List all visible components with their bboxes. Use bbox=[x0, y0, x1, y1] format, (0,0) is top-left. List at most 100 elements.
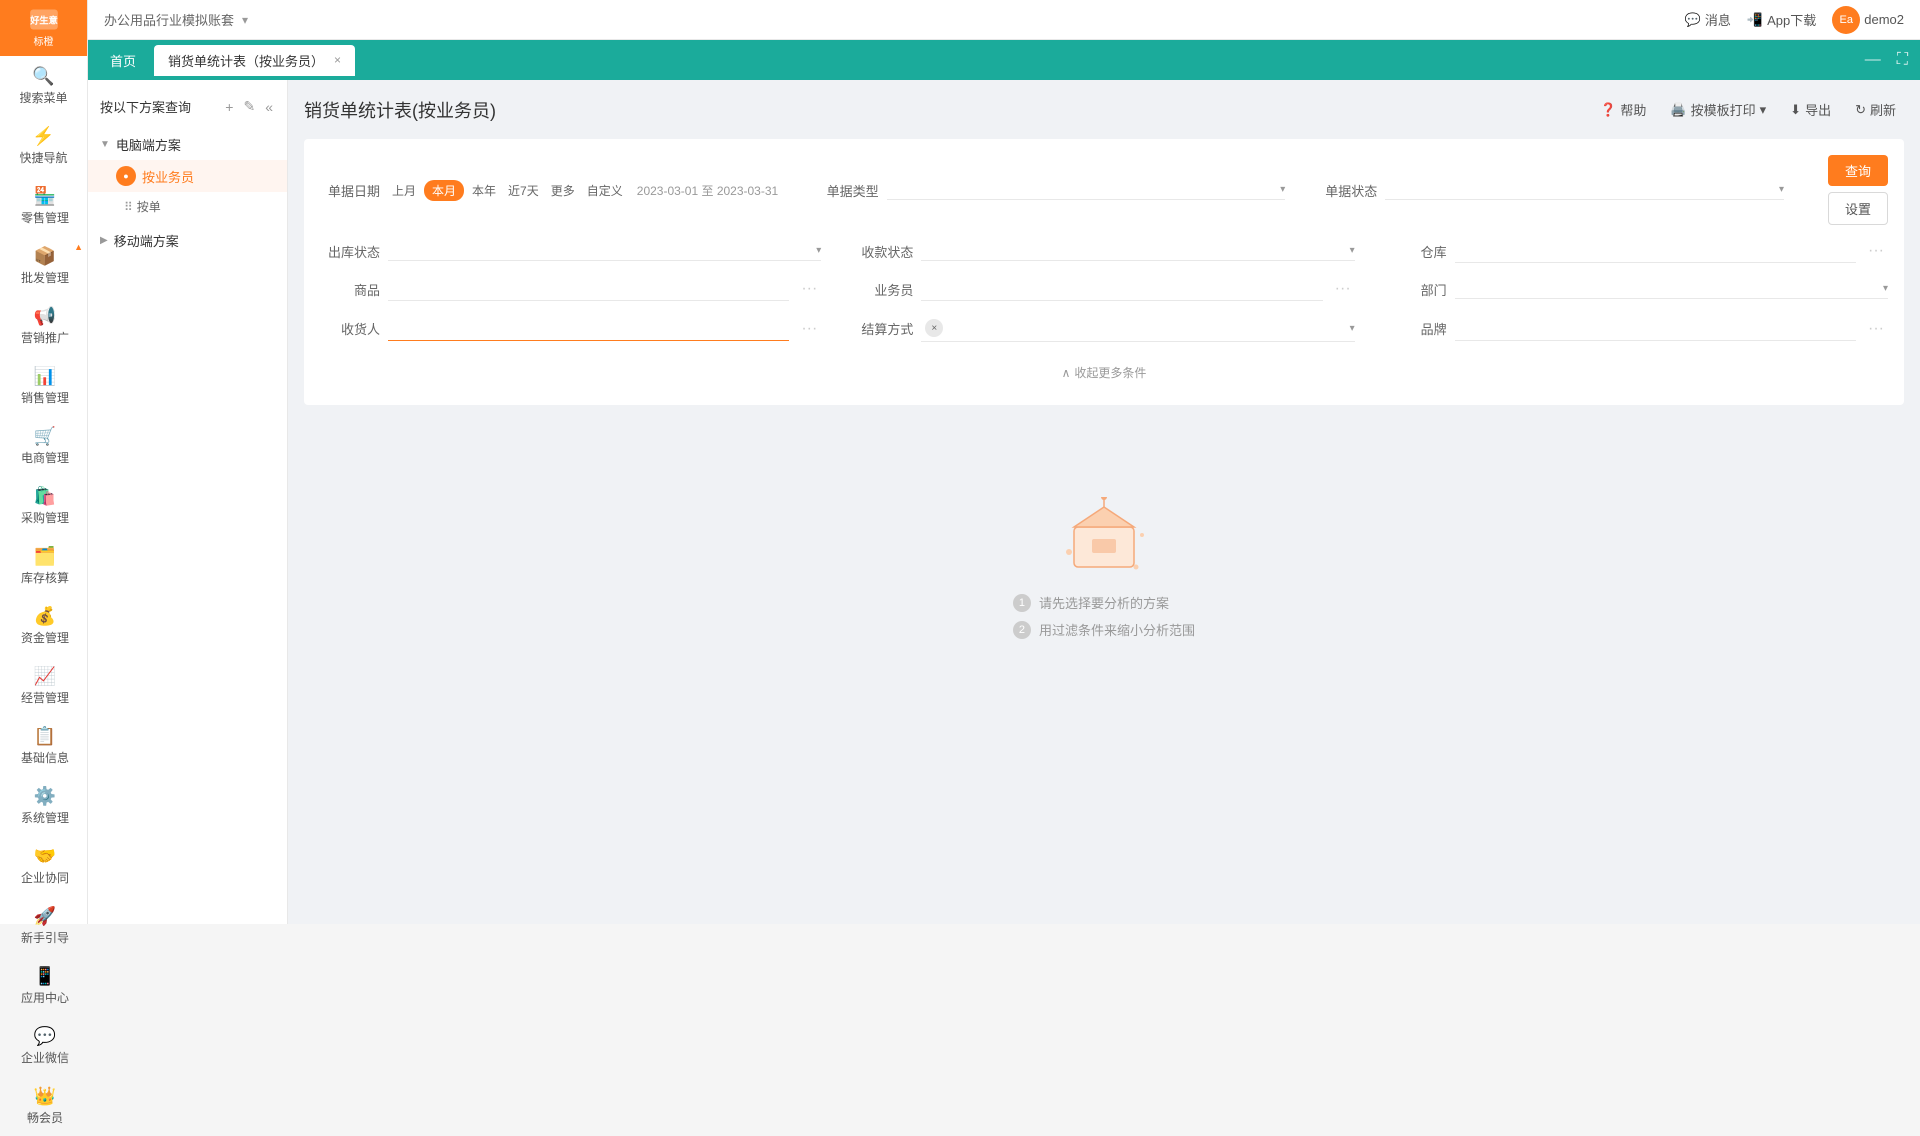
scheme-group-mobile-header[interactable]: ▶ 移动端方案 bbox=[88, 225, 287, 256]
sidebar-item-enterprise[interactable]: 🤝 企业协同 bbox=[0, 836, 87, 896]
page-toolbar: ❓ 帮助 🖨️ 按模板打印 ▾ ⬇ 导出 ↻ 刷新 bbox=[1592, 96, 1904, 123]
help-btn[interactable]: ❓ 帮助 bbox=[1592, 96, 1654, 123]
filter-row-2: 出库状态 ▾ 收款状态 ▾ bbox=[320, 239, 1888, 263]
collapse-btn[interactable]: ∧ 收起更多条件 bbox=[1062, 364, 1147, 381]
sidebar-item-retail[interactable]: 🏪 零售管理 bbox=[0, 176, 87, 236]
sidebar: 好生意 标橙 🔍 搜索菜单 ⚡ 快捷导航 🏪 零售管理 📦 批发管理 ▲ 📢 营… bbox=[0, 0, 88, 924]
sidebar-item-label: 营销推广 bbox=[21, 329, 69, 346]
chevron-down-icon: ▾ bbox=[1779, 184, 1784, 195]
template-print-btn[interactable]: 🖨️ 按模板打印 ▾ bbox=[1662, 96, 1774, 123]
sidebar-item-wholesale[interactable]: 📦 批发管理 ▲ bbox=[0, 236, 87, 296]
sidebar-item-basic-info[interactable]: 📋 基础信息 bbox=[0, 716, 87, 776]
chevron-down-icon: ▾ bbox=[1350, 323, 1355, 334]
sidebar-item-label: 零售管理 bbox=[21, 209, 69, 226]
scheme-group-desktop: ▼ 电脑端方案 ● 按业务员 ⠿ 按单 bbox=[88, 129, 287, 221]
tab-minimize-btn[interactable]: — bbox=[1861, 47, 1885, 73]
scheme-group-desktop-header[interactable]: ▼ 电脑端方案 bbox=[88, 129, 287, 160]
filter-row-1: 单据日期 上月 本月 本年 近7天 更多 自定义 2023-03-01 至 20… bbox=[320, 155, 1888, 225]
sidebar-item-inventory[interactable]: 🗂️ 库存核算 bbox=[0, 536, 87, 596]
sidebar-item-label: 采购管理 bbox=[21, 509, 69, 526]
doc-status-label: 单据状态 bbox=[1317, 181, 1377, 200]
sidebar-item-ecommerce[interactable]: 🛒 电商管理 bbox=[0, 416, 87, 476]
message-btn[interactable]: 💬 消息 bbox=[1685, 10, 1731, 29]
goods-dots-btn[interactable]: ··· bbox=[797, 280, 821, 298]
date-tab-this-month[interactable]: 本月 bbox=[424, 180, 464, 201]
sidebar-item-operations[interactable]: 📈 经营管理 bbox=[0, 656, 87, 716]
sidebar-item-member[interactable]: 👑 畅会员 bbox=[0, 1076, 87, 1136]
dept-select[interactable]: ▾ bbox=[1455, 279, 1888, 299]
sidebar-item-label: 畅会员 bbox=[27, 1109, 63, 1126]
date-tab-last-month[interactable]: 上月 bbox=[388, 180, 420, 201]
salesperson-input[interactable] bbox=[921, 277, 1322, 301]
edit-scheme-btn[interactable]: ✎ bbox=[241, 96, 257, 117]
filter-date-item: 单据日期 上月 本月 本年 近7天 更多 自定义 2023-03-01 至 20… bbox=[320, 180, 787, 201]
receiver-dots-btn[interactable]: ··· bbox=[797, 320, 821, 338]
scheme-item-by-salesperson[interactable]: ● 按业务员 bbox=[88, 160, 287, 192]
tab-maximize-btn[interactable]: ⛶ bbox=[1893, 47, 1912, 73]
svg-text:好生意: 好生意 bbox=[29, 14, 58, 25]
inventory-icon: 🗂️ bbox=[34, 546, 56, 567]
scheme-group-mobile-label: 移动端方案 bbox=[114, 231, 179, 250]
scheme-item-label: 按业务员 bbox=[142, 167, 194, 186]
sidebar-item-purchase[interactable]: 🛍️ 采购管理 bbox=[0, 476, 87, 536]
template-print-label: 按模板打印 bbox=[1691, 100, 1756, 119]
sidebar-item-newbie[interactable]: 🚀 新手引导 bbox=[0, 896, 87, 956]
topbar-dropdown-icon[interactable]: ▾ bbox=[242, 13, 248, 27]
date-tab-custom[interactable]: 自定义 bbox=[583, 180, 627, 201]
goods-label: 商品 bbox=[320, 280, 380, 299]
salesperson-dots-btn[interactable]: ··· bbox=[1331, 280, 1355, 298]
collapse-panel-btn[interactable]: « bbox=[263, 96, 275, 117]
settings-btn[interactable]: 设置 bbox=[1828, 192, 1888, 225]
sidebar-item-sales[interactable]: 📊 销售管理 bbox=[0, 356, 87, 416]
wholesale-icon: 📦 bbox=[34, 246, 56, 267]
brand-input[interactable] bbox=[1455, 317, 1856, 341]
sidebar-item-enterprise-wechat[interactable]: 💬 企业微信 bbox=[0, 1016, 87, 1076]
goods-input[interactable] bbox=[388, 277, 789, 301]
user-menu[interactable]: Ea demo2 bbox=[1832, 6, 1904, 34]
warehouse-input[interactable] bbox=[1455, 239, 1856, 263]
sidebar-item-marketing[interactable]: 📢 营销推广 bbox=[0, 296, 87, 356]
scheme-group-mobile: ▶ 移动端方案 bbox=[88, 225, 287, 256]
sidebar-item-label: 搜索菜单 bbox=[19, 89, 67, 106]
enterprise-icon: 🤝 bbox=[34, 846, 56, 867]
sidebar-item-quick-nav[interactable]: ⚡ 快捷导航 bbox=[0, 116, 87, 176]
empty-step-2: 2 用过滤条件来缩小分析范围 bbox=[1013, 620, 1195, 639]
date-tab-more[interactable]: 更多 bbox=[547, 180, 579, 201]
filter-doc-status-item: 单据状态 ▾ bbox=[1317, 180, 1784, 200]
action-btns: 查询 设置 bbox=[1828, 155, 1888, 225]
doc-type-select[interactable]: ▾ bbox=[887, 180, 1286, 200]
receiver-input[interactable] bbox=[388, 317, 789, 341]
tabbar: 首页 销货单统计表（按业务员） × — ⛶ bbox=[88, 40, 1920, 80]
sidebar-item-system[interactable]: ⚙️ 系统管理 bbox=[0, 776, 87, 836]
app-download-label: App下载 bbox=[1767, 10, 1816, 29]
help-label: 帮助 bbox=[1620, 100, 1646, 119]
scheme-sub-item-by-order[interactable]: ⠿ 按单 bbox=[88, 192, 287, 221]
content-area: 按以下方案查询 + ✎ « ▼ 电脑端方案 ● 按业务员 ⠿ 按 bbox=[88, 80, 1920, 924]
tab-sales-stats[interactable]: 销货单统计表（按业务员） × bbox=[154, 45, 355, 76]
logo-text: 标橙 bbox=[34, 33, 54, 48]
tab-close-btn[interactable]: × bbox=[334, 53, 341, 67]
date-tab-this-year[interactable]: 本年 bbox=[468, 180, 500, 201]
filter-collect-status-item: 收款状态 ▾ bbox=[853, 241, 1354, 261]
doc-status-select[interactable]: ▾ bbox=[1385, 180, 1784, 200]
tab-home[interactable]: 首页 bbox=[96, 45, 150, 76]
app-download-btn[interactable]: 📲 App下载 bbox=[1747, 10, 1816, 29]
out-status-select[interactable]: ▾ bbox=[388, 241, 821, 261]
payment-clear-btn[interactable]: × bbox=[925, 319, 943, 337]
add-scheme-btn[interactable]: + bbox=[223, 96, 235, 117]
date-tabs: 上月 本月 本年 近7天 更多 自定义 bbox=[388, 180, 627, 201]
date-tab-7days[interactable]: 近7天 bbox=[504, 180, 543, 201]
collect-status-select[interactable]: ▾ bbox=[921, 241, 1354, 261]
payment-select[interactable]: × ▾ bbox=[921, 315, 1354, 342]
refresh-btn[interactable]: ↻ 刷新 bbox=[1847, 96, 1904, 123]
export-btn[interactable]: ⬇ 导出 bbox=[1782, 96, 1839, 123]
sidebar-item-label: 批发管理 bbox=[21, 269, 69, 286]
brand-dots-btn[interactable]: ··· bbox=[1864, 320, 1888, 338]
sidebar-item-app-center[interactable]: 📱 应用中心 bbox=[0, 956, 87, 1016]
sidebar-item-finance[interactable]: 💰 资金管理 bbox=[0, 596, 87, 656]
warehouse-dots-btn[interactable]: ··· bbox=[1864, 242, 1888, 260]
tab-home-label: 首页 bbox=[110, 54, 136, 69]
sidebar-item-search[interactable]: 🔍 搜索菜单 bbox=[0, 56, 87, 116]
export-label: 导出 bbox=[1805, 100, 1831, 119]
query-btn[interactable]: 查询 bbox=[1828, 155, 1888, 186]
